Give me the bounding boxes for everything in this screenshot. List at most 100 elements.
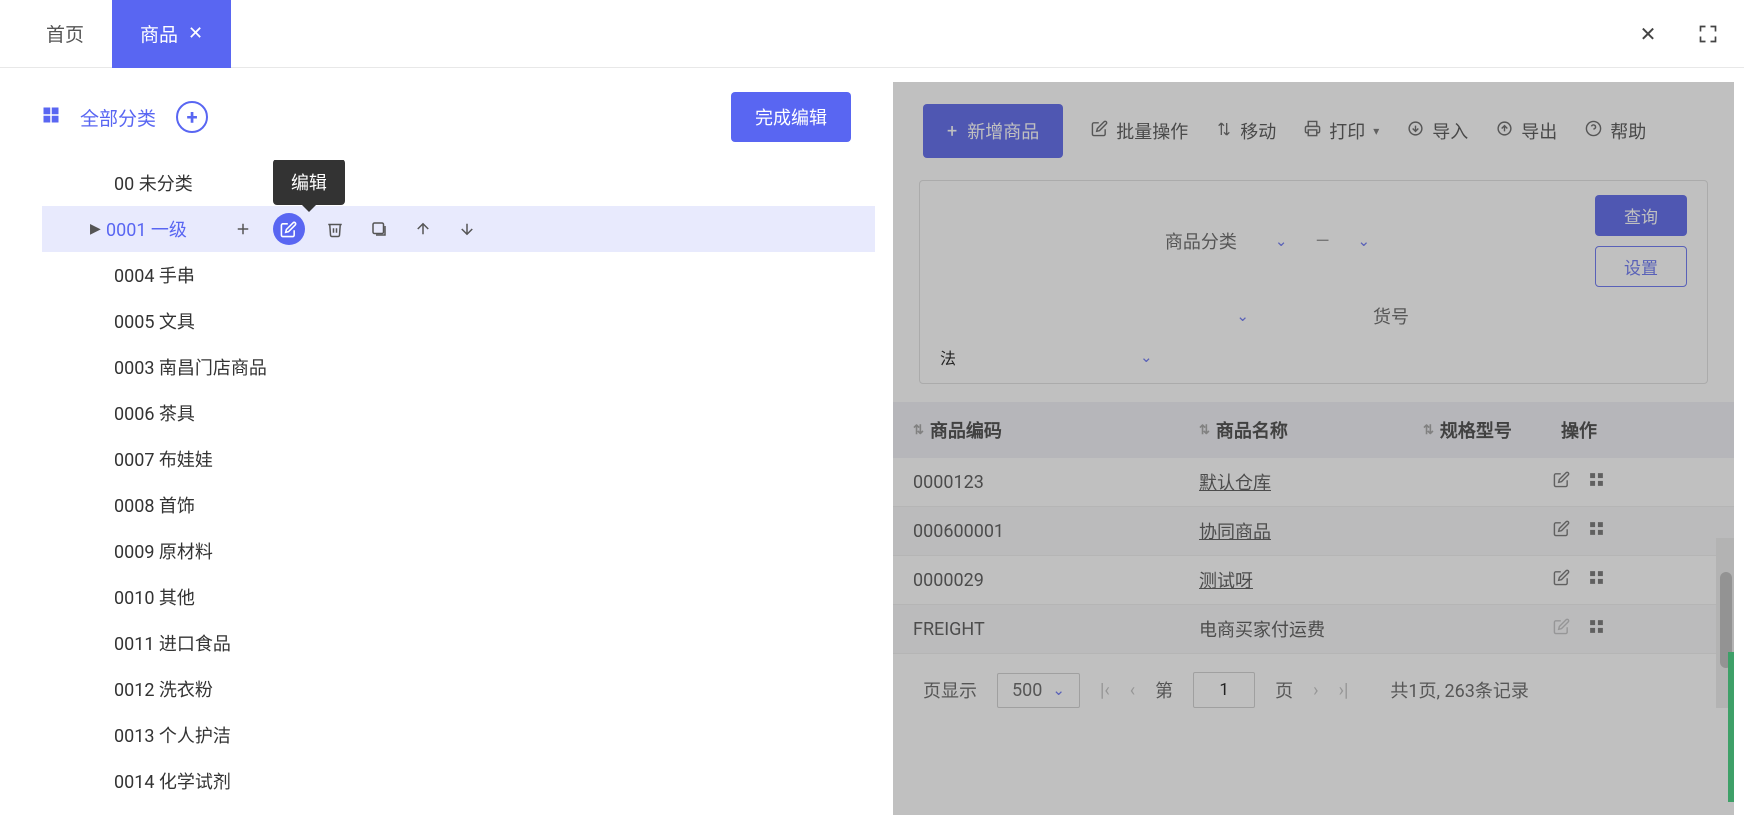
filter-category-select[interactable]: ⌄ <box>1275 232 1288 250</box>
table-row[interactable]: 0000123 默认仓库 <box>893 458 1734 507</box>
pager-total: 共1页, 263条记录 <box>1390 677 1528 703</box>
fullscreen-icon[interactable] <box>1690 16 1726 52</box>
first-page-icon[interactable]: |‹ <box>1100 680 1110 701</box>
sort-icon: ⇅ <box>1423 423 1434 438</box>
tree-item[interactable]: 0013 个人护洁 <box>42 712 875 758</box>
grid-icon <box>42 106 60 129</box>
tree-item[interactable]: ▶ 0001 一级 编辑 <box>42 206 875 252</box>
filter-select-3[interactable]: ⌄ <box>1140 348 1153 366</box>
add-child-icon[interactable] <box>229 215 257 243</box>
tree-item[interactable]: 0007 布娃娃 <box>42 436 875 482</box>
edit-square-icon <box>1091 120 1108 142</box>
tree-item[interactable]: 0006 茶具 <box>42 390 875 436</box>
close-icon[interactable]: ✕ <box>188 23 203 44</box>
delete-icon[interactable] <box>321 215 349 243</box>
move-up-icon[interactable] <box>409 215 437 243</box>
name-text: 电商买家付运费 <box>1199 616 1325 642</box>
sort-icon: ⇅ <box>913 423 924 438</box>
table-row[interactable]: FREIGHT 电商买家付运费 <box>893 605 1734 654</box>
filter-row3-label: 法 <box>940 345 956 369</box>
chevron-down-icon: ⌄ <box>1236 307 1249 325</box>
import-button[interactable]: 导入 <box>1407 118 1468 144</box>
help-icon <box>1585 120 1602 142</box>
name-link[interactable]: 协同商品 <box>1199 518 1271 544</box>
product-list-panel: +新增商品 批量操作 移动 打印 ▾ 导入 <box>893 82 1734 815</box>
batch-action-button[interactable]: 批量操作 <box>1091 118 1188 144</box>
row-more-icon[interactable] <box>1588 471 1605 493</box>
tree-item[interactable]: 0010 其他 <box>42 574 875 620</box>
tree-item-label: 0001 一级 <box>106 216 187 242</box>
row-edit-icon[interactable] <box>1553 569 1570 591</box>
import-icon <box>1407 120 1424 142</box>
sort-icon <box>1216 121 1232 142</box>
tree-item[interactable] <box>42 804 875 815</box>
tab-bar: 首页 商品 ✕ ✕ <box>0 0 1744 68</box>
name-link[interactable]: 测试呀 <box>1199 567 1253 593</box>
tree-item[interactable]: 0009 原材料 <box>42 528 875 574</box>
th-action: 操作 <box>1523 417 1635 443</box>
name-link[interactable]: 默认仓库 <box>1199 469 1271 495</box>
close-all-icon[interactable]: ✕ <box>1630 16 1666 52</box>
move-button[interactable]: 移动 <box>1216 118 1276 144</box>
dash: — <box>1315 231 1329 252</box>
per-page-label: 页显示 <box>923 677 977 703</box>
filter-box: 商品分类 ⌄ — ⌄ 查询 设置 ⌄ 货号 <box>919 180 1708 384</box>
tree-item[interactable]: 0012 洗衣粉 <box>42 666 875 712</box>
filter-select-2a[interactable]: ⌄ <box>1236 307 1249 325</box>
tree-item[interactable]: 0011 进口食品 <box>42 620 875 666</box>
chevron-down-icon: ▾ <box>1373 124 1379 138</box>
next-page-icon[interactable]: › <box>1313 680 1318 701</box>
pager: 页显示 500⌄ |‹ ‹ 第 页 › ›| 共1页, 263条记录 <box>893 654 1734 726</box>
sort-icon: ⇅ <box>1199 423 1210 438</box>
category-tree: 00 未分类 ▶ 0001 一级 编辑 0004 手串 <box>42 160 883 815</box>
add-product-button[interactable]: +新增商品 <box>923 104 1063 158</box>
th-name[interactable]: ⇅商品名称 <box>1179 417 1403 443</box>
tree-item[interactable]: 0003 南昌门店商品 <box>42 344 875 390</box>
green-indicator <box>1728 652 1734 802</box>
page-input[interactable] <box>1193 672 1255 708</box>
th-spec[interactable]: ⇅规格型号 <box>1403 417 1523 443</box>
row-edit-icon[interactable] <box>1553 520 1570 542</box>
printer-icon <box>1304 120 1321 142</box>
row-more-icon[interactable] <box>1588 569 1605 591</box>
edit-icon[interactable]: 编辑 <box>273 213 305 245</box>
product-table: ⇅商品编码 ⇅商品名称 ⇅规格型号 操作 0000123 默认仓库 000600… <box>893 402 1734 654</box>
print-button[interactable]: 打印 ▾ <box>1304 118 1379 144</box>
chevron-down-icon: ⌄ <box>1052 681 1065 699</box>
add-category-button[interactable]: + <box>176 101 208 133</box>
table-row[interactable]: 000600001 协同商品 <box>893 507 1734 556</box>
move-down-icon[interactable] <box>453 215 481 243</box>
move-icon[interactable] <box>365 215 393 243</box>
table-row[interactable]: 0000029 测试呀 <box>893 556 1734 605</box>
last-page-icon[interactable]: ›| <box>1339 680 1349 701</box>
export-button[interactable]: 导出 <box>1496 118 1557 144</box>
per-page-select[interactable]: 500⌄ <box>997 673 1080 708</box>
prev-page-icon[interactable]: ‹ <box>1130 680 1135 701</box>
tree-item[interactable]: 0005 文具 <box>42 298 875 344</box>
page-suffix: 页 <box>1275 677 1293 703</box>
filter-category-label: 商品分类 <box>1165 228 1247 254</box>
th-code[interactable]: ⇅商品编码 <box>893 417 1179 443</box>
tab-home[interactable]: 首页 <box>18 0 112 68</box>
query-button[interactable]: 查询 <box>1595 195 1687 236</box>
export-icon <box>1496 120 1513 142</box>
help-button[interactable]: 帮助 <box>1585 118 1646 144</box>
tree-item[interactable]: 0008 首饰 <box>42 482 875 528</box>
row-more-icon[interactable] <box>1588 520 1605 542</box>
chevron-down-icon: ⌄ <box>1275 232 1288 250</box>
chevron-down-icon: ⌄ <box>1358 232 1371 250</box>
tab-product[interactable]: 商品 ✕ <box>112 0 231 68</box>
chevron-down-icon: ⌄ <box>1140 348 1153 366</box>
caret-right-icon[interactable]: ▶ <box>90 221 101 237</box>
filter-sku-label: 货号 <box>1373 303 1455 329</box>
tree-item[interactable]: 0004 手串 <box>42 252 875 298</box>
row-edit-icon[interactable] <box>1553 471 1570 493</box>
toolbar: +新增商品 批量操作 移动 打印 ▾ 导入 <box>893 82 1734 178</box>
filter-category-to-select[interactable]: ⌄ <box>1358 232 1371 250</box>
tree-item[interactable]: 0014 化学试剂 <box>42 758 875 804</box>
finish-edit-button[interactable]: 完成编辑 <box>731 92 851 142</box>
row-more-icon[interactable] <box>1588 618 1605 640</box>
all-categories-label[interactable]: 全部分类 <box>80 104 156 131</box>
settings-button[interactable]: 设置 <box>1595 246 1687 287</box>
tree-item[interactable]: 00 未分类 <box>42 160 875 206</box>
